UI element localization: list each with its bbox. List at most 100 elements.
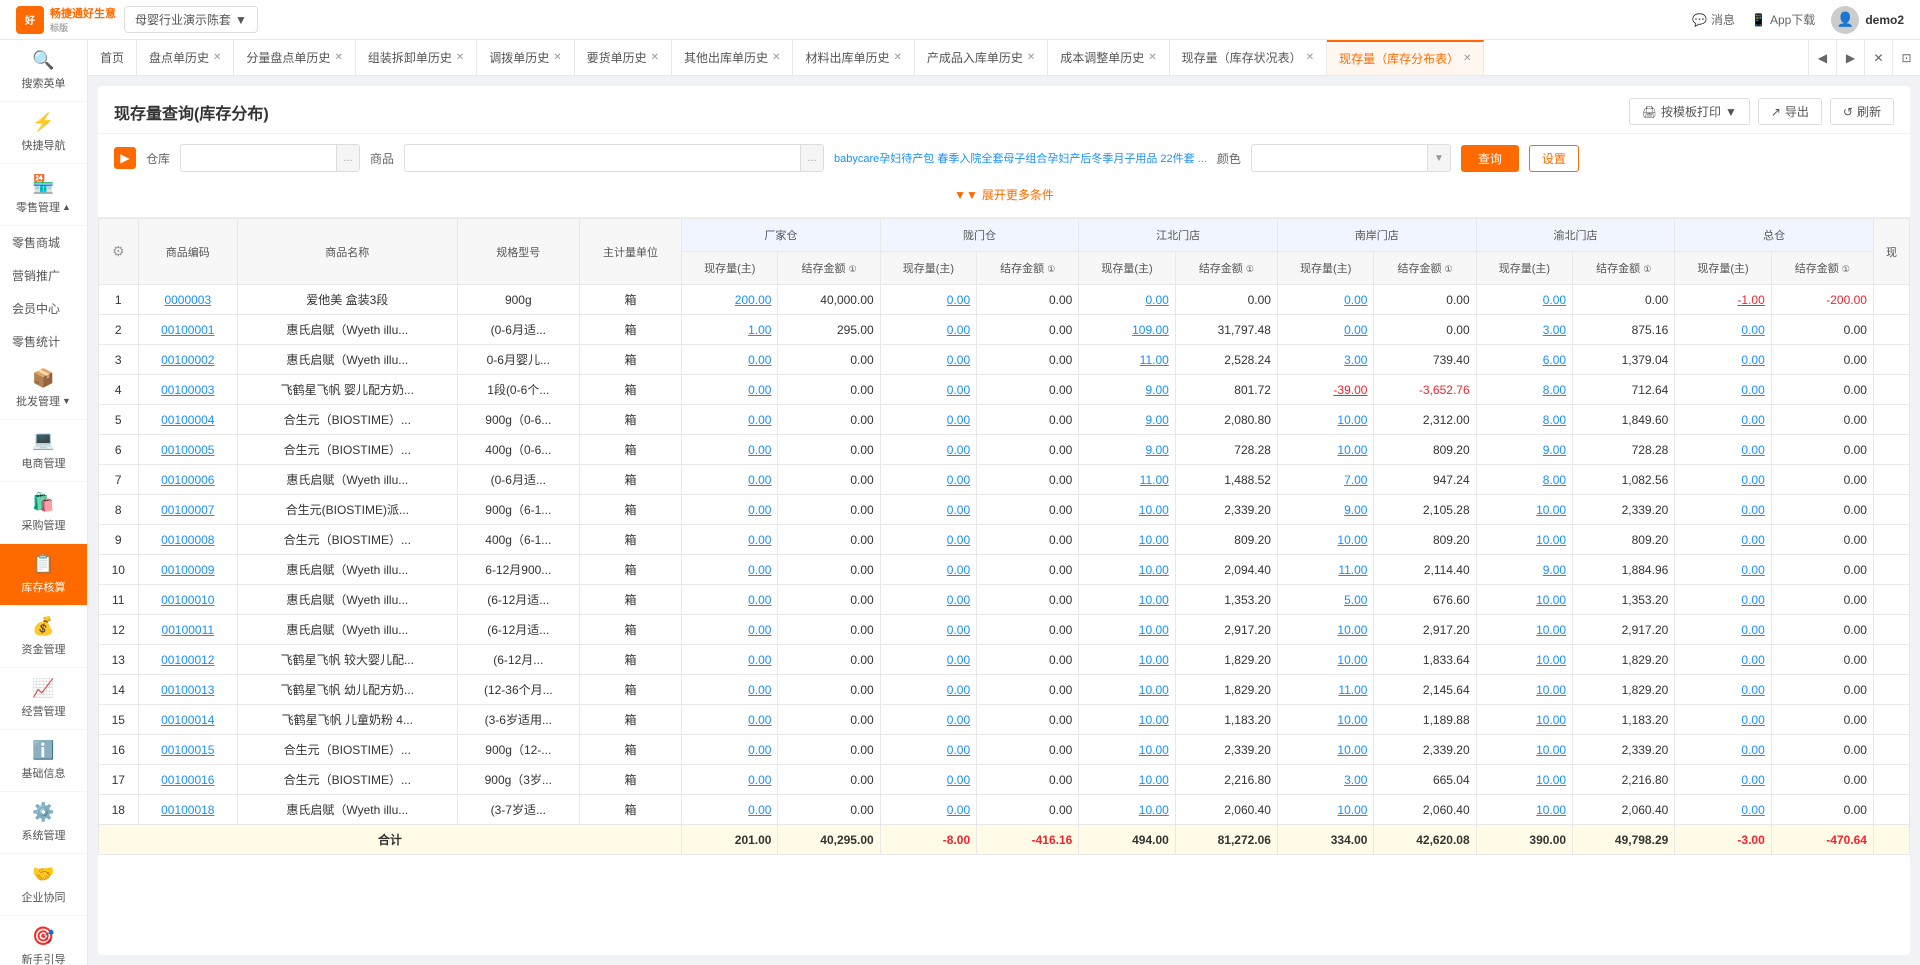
td-jc-s[interactable]: 0.00 [682,555,778,585]
close-icon[interactable]: ✕ [651,52,659,63]
td-yb-s[interactable]: 10.00 [1476,585,1572,615]
td-code[interactable]: 00100018 [138,795,238,825]
tab-close-btn[interactable]: ✕ [1864,40,1892,76]
td-tot-s[interactable]: 0.00 [1675,495,1771,525]
settings-btn[interactable]: 设置 [1529,145,1579,172]
td-lm-s[interactable]: 0.00 [880,525,976,555]
sidebar-item-quick[interactable]: ⚡ 快捷导航 [0,102,87,164]
close-icon[interactable]: ✕ [772,52,780,63]
td-jc-s[interactable]: 0.00 [682,615,778,645]
sidebar-item-collab[interactable]: 🤝 企业协同 [0,854,87,916]
td-jb-s[interactable]: 109.00 [1079,315,1175,345]
td-yb-s[interactable]: 8.00 [1476,465,1572,495]
app-download-btn[interactable]: 📱 App下载 [1751,11,1815,28]
td-tot-s[interactable]: 0.00 [1675,345,1771,375]
td-lm-s[interactable]: 0.00 [880,465,976,495]
td-yb-s[interactable]: 10.00 [1476,735,1572,765]
tab-cprkd[interactable]: 产成品入库单历史 ✕ [915,40,1048,76]
close-icon[interactable]: ✕ [1027,52,1035,63]
td-tot-s[interactable]: 0.00 [1675,315,1771,345]
td-lm-s[interactable]: 0.00 [880,495,976,525]
td-jb-s[interactable]: 10.00 [1079,705,1175,735]
warehouse-ellipsis-btn[interactable]: … [336,145,359,171]
td-jc-s[interactable]: 0.00 [682,345,778,375]
td-code[interactable]: 00100005 [138,435,238,465]
td-jc-s[interactable]: 0.00 [682,675,778,705]
tab-home[interactable]: 首页 [88,40,137,76]
sidebar-sub-marketing[interactable]: 营销推广 [0,259,87,292]
td-lm-s[interactable]: 0.00 [880,405,976,435]
td-code[interactable]: 00100014 [138,705,238,735]
close-icon[interactable]: ✕ [213,52,221,63]
message-btn[interactable]: 💬 消息 [1692,11,1735,28]
td-code[interactable]: 00100016 [138,765,238,795]
td-na-s[interactable]: 9.00 [1277,495,1373,525]
td-na-s[interactable]: 5.00 [1277,585,1373,615]
td-jc-s[interactable]: 200.00 [682,285,778,315]
td-lm-s[interactable]: 0.00 [880,315,976,345]
close-icon[interactable]: ✕ [1148,52,1156,63]
td-jc-s[interactable]: 0.00 [682,705,778,735]
td-code[interactable]: 00100010 [138,585,238,615]
td-na-s[interactable]: 7.00 [1277,465,1373,495]
td-lm-s[interactable]: 0.00 [880,345,976,375]
td-jc-s[interactable]: 0.00 [682,795,778,825]
org-selector[interactable]: 母婴行业演示陈套 ▼ [124,6,258,33]
td-jb-s[interactable]: 10.00 [1079,585,1175,615]
sidebar-item-system[interactable]: ⚙️ 系统管理 [0,792,87,854]
td-code[interactable]: 00100001 [138,315,238,345]
print-btn[interactable]: 🖨 按模板打印 ▼ [1629,98,1750,125]
td-jc-s[interactable]: 0.00 [682,765,778,795]
tab-cbtz[interactable]: 成本调整单历史 ✕ [1048,40,1169,76]
td-tot-s[interactable]: 0.00 [1675,795,1771,825]
td-code[interactable]: 00100015 [138,735,238,765]
th-settings[interactable]: ⚙ [99,219,139,285]
td-jb-s[interactable]: 11.00 [1079,465,1175,495]
sidebar-sub-retail-mall[interactable]: 零售商城 [0,226,87,259]
tab-diaopo[interactable]: 调拨单历史 ✕ [477,40,574,76]
td-tot-s[interactable]: 0.00 [1675,705,1771,735]
td-lm-s[interactable]: 0.00 [880,645,976,675]
td-yb-s[interactable]: 8.00 [1476,375,1572,405]
td-tot-s[interactable]: 0.00 [1675,765,1771,795]
td-jb-s[interactable]: 10.00 [1079,735,1175,765]
td-tot-s[interactable]: 0.00 [1675,435,1771,465]
user-area[interactable]: 👤 demo2 [1831,6,1904,34]
td-code[interactable]: 00100006 [138,465,238,495]
td-code[interactable]: 00100003 [138,375,238,405]
sidebar-item-purchase[interactable]: 🛍️ 采购管理 [0,482,87,544]
td-na-s[interactable]: -39.00 [1277,375,1373,405]
td-jc-s[interactable]: 0.00 [682,525,778,555]
goods-input[interactable] [405,147,800,169]
td-code[interactable]: 00100008 [138,525,238,555]
tab-clcku[interactable]: 材料出库单历史 ✕ [793,40,914,76]
td-jc-s[interactable]: 0.00 [682,645,778,675]
td-yb-s[interactable]: 3.00 [1476,315,1572,345]
td-lm-s[interactable]: 0.00 [880,735,976,765]
sidebar-item-basic[interactable]: ℹ️ 基础信息 [0,730,87,792]
td-na-s[interactable]: 10.00 [1277,735,1373,765]
td-jb-s[interactable]: 10.00 [1079,675,1175,705]
td-code[interactable]: 00100012 [138,645,238,675]
close-icon[interactable]: ✕ [1306,52,1314,63]
export-btn[interactable]: ↗ 导出 [1758,98,1822,125]
query-btn[interactable]: 查询 [1461,145,1519,172]
td-tot-s[interactable]: 0.00 [1675,585,1771,615]
close-icon[interactable]: ✕ [456,52,464,63]
close-icon[interactable]: ✕ [334,52,342,63]
td-code[interactable]: 00100002 [138,345,238,375]
td-jb-s[interactable]: 10.00 [1079,765,1175,795]
td-yb-s[interactable]: 10.00 [1476,795,1572,825]
td-tot-s[interactable]: 0.00 [1675,615,1771,645]
td-na-s[interactable]: 10.00 [1277,645,1373,675]
sidebar-item-inventory[interactable]: 📋 库存核算 [0,544,87,606]
sidebar-item-guide[interactable]: 🎯 新手引导 [0,916,87,965]
td-jb-s[interactable]: 10.00 [1079,615,1175,645]
td-na-s[interactable]: 10.00 [1277,615,1373,645]
td-lm-s[interactable]: 0.00 [880,585,976,615]
td-jb-s[interactable]: 11.00 [1079,345,1175,375]
td-lm-s[interactable]: 0.00 [880,705,976,735]
td-na-s[interactable]: 0.00 [1277,285,1373,315]
td-yb-s[interactable]: 9.00 [1476,435,1572,465]
goods-ellipsis-btn[interactable]: … [800,145,823,171]
